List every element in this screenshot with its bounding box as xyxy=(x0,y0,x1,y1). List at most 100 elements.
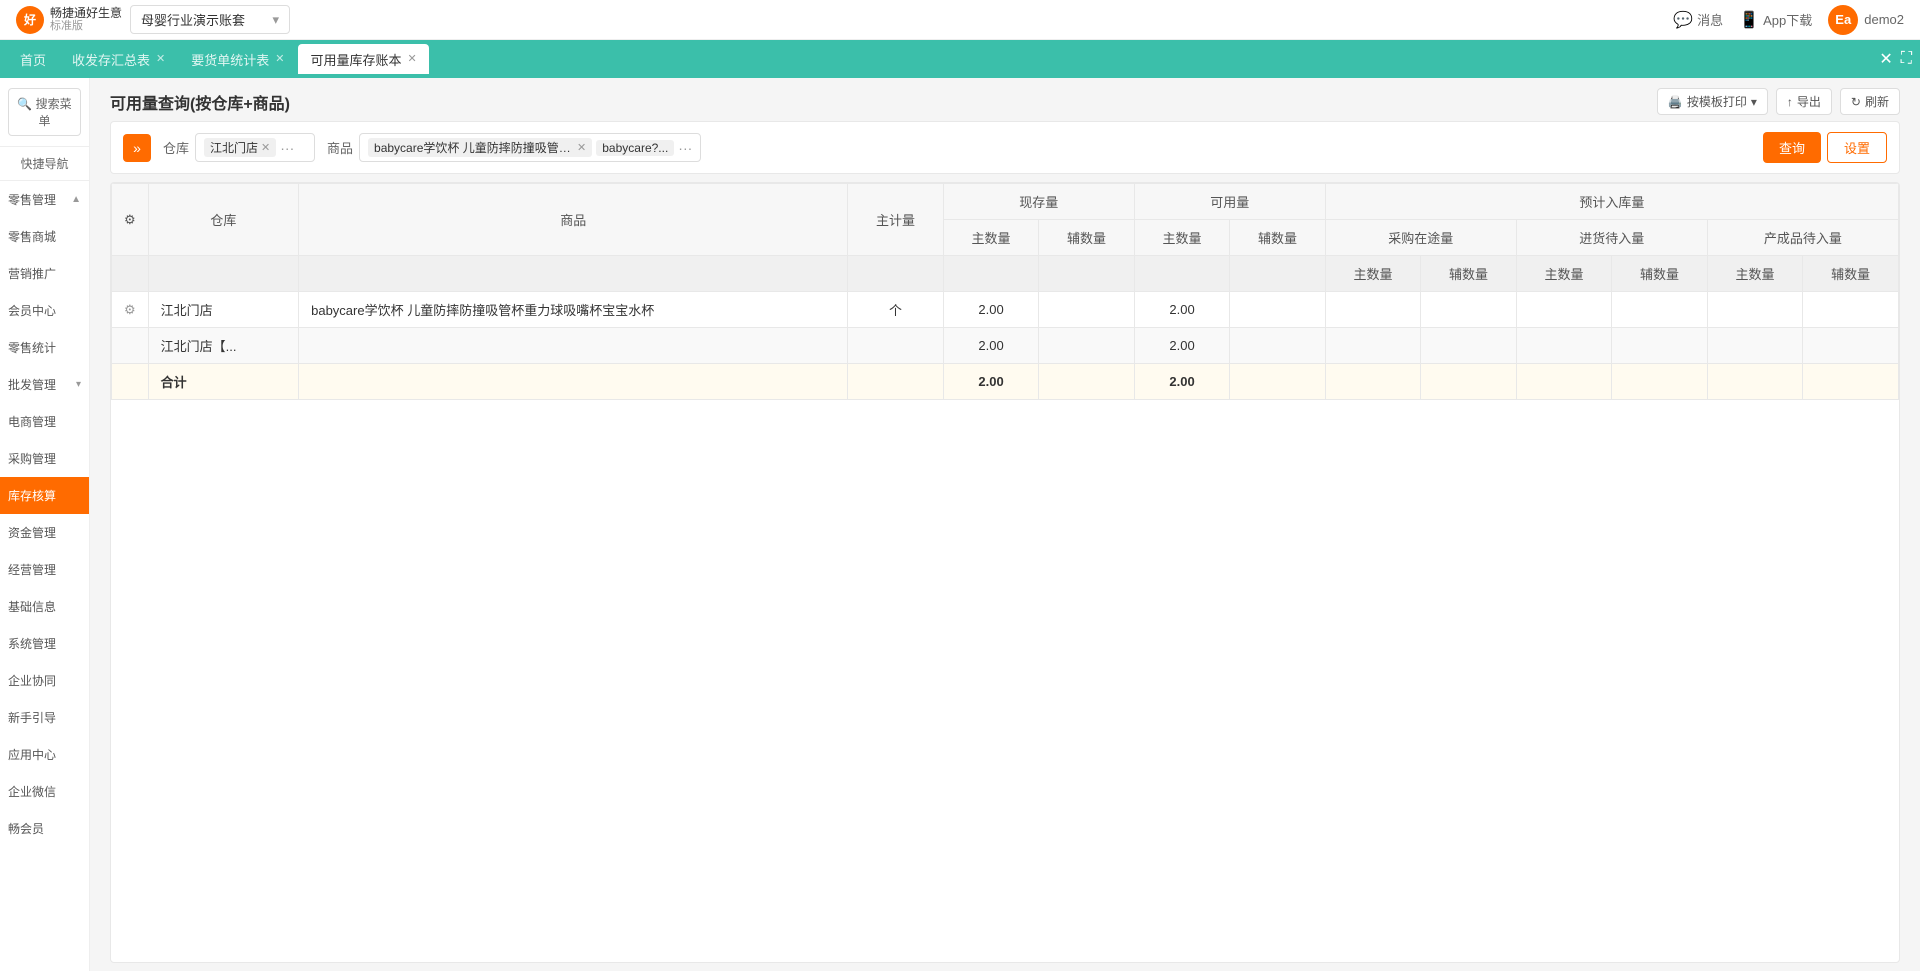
store-selector[interactable]: 母婴行业演示账套 ▾ xyxy=(130,5,290,34)
row-2-product xyxy=(299,328,848,364)
filter-actions: 查询 设置 xyxy=(1763,132,1887,163)
expand-arrow: ▾ xyxy=(76,379,81,390)
tab-home[interactable]: 首页 xyxy=(8,44,58,74)
sidebar-item-newbie[interactable]: 新手引导 xyxy=(0,699,89,736)
sidebar-item-app-center[interactable]: 应用中心 xyxy=(0,736,89,773)
filter-product-group: 商品 babycare学饮杯 儿童防摔防撞吸管杯重力球吸嘴杯宝宝水杯 ✕ bab… xyxy=(327,133,701,162)
content-area: 可用量查询(按仓库+商品) 🖨️ 按模板打印 ▾ ↑ 导出 ↻ 刷新 » 仓库 xyxy=(90,78,1920,971)
sidebar-item-wholesale-mgmt[interactable]: 批发管理 ▾ xyxy=(0,366,89,403)
summary-avail-main: 2.00 xyxy=(1134,364,1230,400)
sidebar-item-vip[interactable]: 畅会员 xyxy=(0,810,89,847)
row-1-current-main: 2.00 xyxy=(943,292,1039,328)
row-gear-1[interactable]: ⚙ xyxy=(124,302,136,317)
row-1-production-main xyxy=(1707,292,1803,328)
tab-close-order[interactable]: ✕ xyxy=(275,54,284,65)
col-main-unit: 主计量 xyxy=(848,184,944,256)
row-2-current-aux xyxy=(1039,328,1135,364)
warehouse-tag-remove[interactable]: ✕ xyxy=(261,141,270,154)
warehouse-tag: 江北门店 ✕ xyxy=(204,138,276,157)
summary-label: 合计 xyxy=(148,364,298,400)
logo-text: 畅捷通好生意 标准版 xyxy=(50,6,122,34)
filter-warehouse-group: 仓库 江北门店 ✕ ··· xyxy=(163,133,315,162)
product-tag1: babycare学饮杯 儿童防摔防撞吸管杯重力球吸嘴杯宝宝水杯 ✕ xyxy=(368,138,592,157)
fullscreen-btn[interactable]: ⛶ xyxy=(1901,50,1912,68)
page-actions: 🖨️ 按模板打印 ▾ ↑ 导出 ↻ 刷新 xyxy=(1657,88,1900,115)
print-btn[interactable]: 🖨️ 按模板打印 ▾ xyxy=(1657,88,1768,115)
tab-receive[interactable]: 收发存汇总表 ✕ xyxy=(60,44,177,74)
tab-order[interactable]: 要货单统计表 ✕ xyxy=(179,44,296,74)
sidebar-item-finance[interactable]: 资金管理 xyxy=(0,514,89,551)
sidebar-item-retail-mgmt[interactable]: 零售管理 ▲ xyxy=(0,181,89,218)
sidebar-item-inventory[interactable]: 库存核算 xyxy=(0,477,89,514)
sidebar-item-ecommerce[interactable]: 电商管理 xyxy=(0,403,89,440)
col-avail-main: 主数量 xyxy=(1134,220,1230,256)
filter-area: » 仓库 江北门店 ✕ ··· 商品 babycare学饮杯 儿童防摔防撞吸管杯… xyxy=(110,121,1900,174)
tab-close-available[interactable]: ✕ xyxy=(408,54,417,65)
row-1-avail-aux xyxy=(1230,292,1326,328)
sidebar-item-marketing[interactable]: 营销推广 xyxy=(0,255,89,292)
top-bar: 好 畅捷通好生意 标准版 母婴行业演示账套 ▾ 💬 消息 📱 App下载 Ea … xyxy=(0,0,1920,40)
product-label: 商品 xyxy=(327,138,353,157)
row-2-inbound-aux xyxy=(1612,328,1708,364)
row-2-production-main xyxy=(1707,328,1803,364)
sidebar-quick-nav[interactable]: 快捷导航 xyxy=(0,147,89,181)
sidebar-item-purchase[interactable]: 采购管理 xyxy=(0,440,89,477)
row-1-purchase-aux xyxy=(1421,292,1517,328)
row-2-avail-aux xyxy=(1230,328,1326,364)
tab-bar-actions: ✕ ⛶ xyxy=(1879,49,1912,69)
tab-close-receive[interactable]: ✕ xyxy=(156,54,165,65)
sidebar-search-btn[interactable]: 🔍 搜索菜单 xyxy=(8,88,81,136)
message-btn[interactable]: 💬 消息 xyxy=(1673,10,1723,30)
row-1-warehouse: 江北门店 xyxy=(148,292,298,328)
expand-arrow: ▲ xyxy=(71,194,81,205)
col-purchase-main: 主数量 xyxy=(1325,256,1421,292)
warehouse-more-btn[interactable]: ··· xyxy=(280,140,294,156)
warehouse-label: 仓库 xyxy=(163,138,189,157)
tab-bar: 首页 收发存汇总表 ✕ 要货单统计表 ✕ 可用量库存账本 ✕ ✕ ⛶ xyxy=(0,40,1920,78)
page-header: 可用量查询(按仓库+商品) 🖨️ 按模板打印 ▾ ↑ 导出 ↻ 刷新 xyxy=(90,78,1920,121)
table-container: ⚙ 仓库 商品 主计量 现存量 可用量 预计入库量 主数量 辅数量 主数量 辅数… xyxy=(110,182,1900,963)
close-all-btn[interactable]: ✕ xyxy=(1879,49,1892,69)
sidebar: 🔍 搜索菜单 快捷导航 零售管理 ▲ 零售商城 营销推广 会员中心 零售统计 批… xyxy=(0,78,90,971)
row-1-inbound-main xyxy=(1516,292,1612,328)
row-2-inbound-main xyxy=(1516,328,1612,364)
sidebar-item-retail-stats[interactable]: 零售统计 xyxy=(0,329,89,366)
sidebar-item-operations[interactable]: 经营管理 xyxy=(0,551,89,588)
row-1-inbound-aux xyxy=(1612,292,1708,328)
warehouse-input[interactable]: 江北门店 ✕ ··· xyxy=(195,133,315,162)
page-title: 可用量查询(按仓库+商品) xyxy=(110,90,290,114)
export-btn[interactable]: ↑ 导出 xyxy=(1776,88,1832,115)
row-2-purchase-main xyxy=(1325,328,1421,364)
sidebar-item-enterprise-wx[interactable]: 企业微信 xyxy=(0,773,89,810)
row-1-current-aux xyxy=(1039,292,1135,328)
col-avail-aux: 辅数量 xyxy=(1230,220,1326,256)
app-download-btn[interactable]: 📱 App下载 xyxy=(1739,10,1812,30)
sidebar-item-basic-info[interactable]: 基础信息 xyxy=(0,588,89,625)
filter-toggle-btn[interactable]: » xyxy=(123,134,151,162)
row-1-production-aux xyxy=(1803,292,1899,328)
sidebar-item-enterprise[interactable]: 企业协同 xyxy=(0,662,89,699)
sidebar-item-member[interactable]: 会员中心 xyxy=(0,292,89,329)
user-menu[interactable]: Ea demo2 xyxy=(1828,5,1904,35)
sidebar-item-retail-mall[interactable]: 零售商城 xyxy=(0,218,89,255)
row-2-avail-main: 2.00 xyxy=(1134,328,1230,364)
col-current-stock: 现存量 xyxy=(943,184,1134,220)
col-inbound-aux: 辅数量 xyxy=(1612,256,1708,292)
settings-btn[interactable]: 设置 xyxy=(1827,132,1887,163)
query-btn[interactable]: 查询 xyxy=(1763,132,1821,163)
data-table: ⚙ 仓库 商品 主计量 现存量 可用量 预计入库量 主数量 辅数量 主数量 辅数… xyxy=(111,183,1899,400)
col-available: 可用量 xyxy=(1134,184,1325,220)
sidebar-item-system[interactable]: 系统管理 xyxy=(0,625,89,662)
logo-area: 好 畅捷通好生意 标准版 xyxy=(16,6,122,34)
col-warehouse: 仓库 xyxy=(148,184,298,256)
product-tag1-remove[interactable]: ✕ xyxy=(577,141,586,154)
col-purchase-aux: 辅数量 xyxy=(1421,256,1517,292)
product-input[interactable]: babycare学饮杯 儿童防摔防撞吸管杯重力球吸嘴杯宝宝水杯 ✕ babyca… xyxy=(359,133,701,162)
tab-available[interactable]: 可用量库存账本 ✕ xyxy=(298,44,428,74)
row-2-current-main: 2.00 xyxy=(943,328,1039,364)
summary-row: 合计 2.00 2.00 xyxy=(112,364,1899,400)
logo-icon: 好 xyxy=(16,6,44,34)
col-production-pending: 产成品待入量 xyxy=(1707,220,1898,256)
product-more-btn[interactable]: ··· xyxy=(678,140,692,156)
refresh-btn[interactable]: ↻ 刷新 xyxy=(1840,88,1900,115)
